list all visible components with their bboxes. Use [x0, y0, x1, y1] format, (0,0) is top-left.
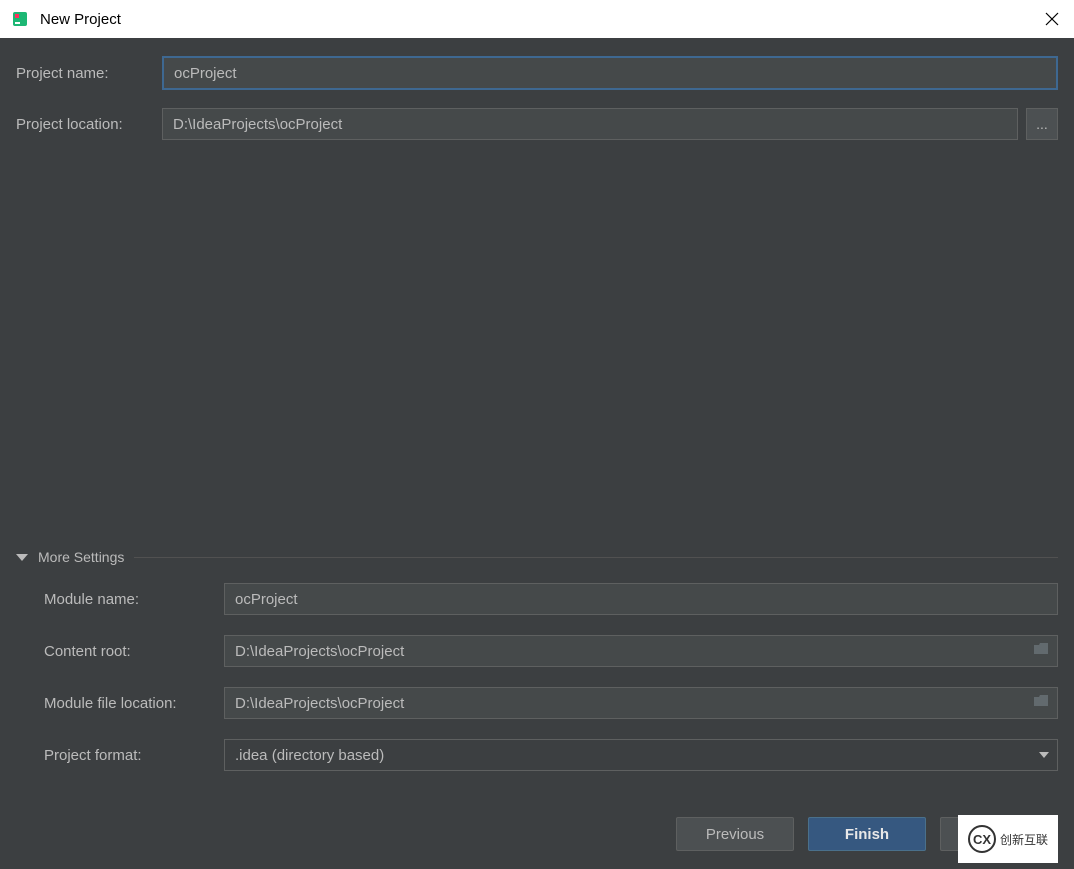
project-name-label: Project name: [16, 65, 162, 82]
module-file-location-row: Module file location: D:\IdeaProjects\oc… [44, 687, 1058, 719]
chevron-down-icon [16, 554, 28, 561]
window-title: New Project [40, 11, 121, 28]
module-file-location-input[interactable]: D:\IdeaProjects\ocProject [224, 687, 1058, 719]
previous-button[interactable]: Previous [676, 817, 794, 851]
dialog-footer: Previous Finish Cancel CX 创新互联 [16, 791, 1058, 869]
project-location-label: Project location: [16, 116, 162, 133]
chevron-down-icon [1039, 752, 1049, 758]
project-location-input[interactable] [162, 108, 1018, 140]
browse-location-button[interactable]: ... [1026, 108, 1058, 140]
finish-button[interactable]: Finish [808, 817, 926, 851]
module-name-row: Module name: [44, 583, 1058, 615]
module-name-label: Module name: [44, 591, 224, 608]
content-root-row: Content root: D:\IdeaProjects\ocProject [44, 635, 1058, 667]
title-bar: New Project [0, 0, 1074, 38]
project-format-label: Project format: [44, 747, 224, 764]
folder-icon[interactable] [1033, 642, 1049, 660]
more-settings-label: More Settings [38, 549, 124, 565]
more-settings-section: More Settings Module name: Content root:… [16, 549, 1058, 791]
project-format-select[interactable]: .idea (directory based) [224, 739, 1058, 771]
project-name-row: Project name: [16, 56, 1058, 90]
project-name-input[interactable] [162, 56, 1058, 90]
module-file-location-value: D:\IdeaProjects\ocProject [235, 695, 404, 712]
watermark: CX 创新互联 [958, 815, 1058, 863]
project-location-row: Project location: ... [16, 108, 1058, 140]
content-root-value: D:\IdeaProjects\ocProject [235, 643, 404, 660]
app-icon [10, 9, 30, 29]
folder-icon[interactable] [1033, 694, 1049, 712]
module-name-input[interactable] [224, 583, 1058, 615]
dialog-body: Project name: Project location: ... More… [0, 38, 1074, 869]
watermark-icon: CX [968, 825, 996, 853]
project-format-value: .idea (directory based) [235, 747, 384, 764]
more-settings-toggle[interactable]: More Settings [16, 549, 1058, 565]
project-format-row: Project format: .idea (directory based) [44, 739, 1058, 771]
close-icon[interactable] [1044, 11, 1060, 27]
content-root-input[interactable]: D:\IdeaProjects\ocProject [224, 635, 1058, 667]
module-file-location-label: Module file location: [44, 695, 224, 712]
content-root-label: Content root: [44, 643, 224, 660]
watermark-text: 创新互联 [1000, 831, 1048, 848]
separator-line [134, 557, 1058, 558]
